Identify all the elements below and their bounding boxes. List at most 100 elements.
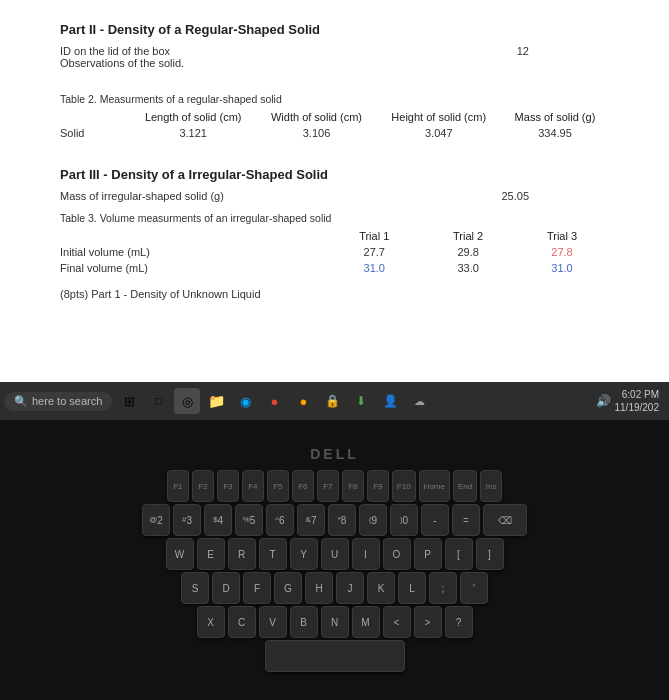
key-2[interactable]: @2 [142,504,170,536]
part4-hint: (8pts) Part 1 - Density of Unknown Liqui… [60,288,261,300]
key-c[interactable]: C [228,606,256,638]
final-t1: 31.0 [327,260,421,276]
key-ins[interactable]: Ins [480,470,502,502]
th3-trial1: Trial 1 [327,228,421,244]
sound-icon[interactable]: 🔊 [596,394,611,408]
key-8[interactable]: *8 [328,504,356,536]
key-f[interactable]: F [243,572,271,604]
app-icon1[interactable]: ● [290,388,316,414]
key-semicolon[interactable]: ; [429,572,457,604]
key-f7[interactable]: F7 [317,470,339,502]
key-j[interactable]: J [336,572,364,604]
key-e[interactable]: E [197,538,225,570]
kb-row-zxcv: X C V B N M < > ? [197,606,473,638]
key-f1[interactable]: F1 [167,470,189,502]
key-4[interactable]: $4 [204,504,232,536]
cloud-icon[interactable]: ☁ [406,388,432,414]
key-y[interactable]: Y [290,538,318,570]
key-backspace[interactable]: ⌫ [483,504,527,536]
key-h[interactable]: H [305,572,333,604]
key-f2[interactable]: F2 [192,470,214,502]
mass-label: Mass of irregular-shaped solid (g) [60,190,240,202]
time: 6:02 PM [615,388,660,401]
store-icon[interactable]: ◉ [232,388,258,414]
key-rbracket[interactable]: ] [476,538,504,570]
initial-label: Initial volume (mL) [60,244,327,260]
key-f6[interactable]: F6 [292,470,314,502]
key-s[interactable]: S [181,572,209,604]
key-f8[interactable]: F8 [342,470,364,502]
key-r[interactable]: R [228,538,256,570]
th3-trial2: Trial 2 [421,228,515,244]
key-home[interactable]: Home [419,470,450,502]
table3-caption: Table 3. Volume measurments of an irregu… [60,212,609,224]
key-i[interactable]: I [352,538,380,570]
key-end[interactable]: End [453,470,477,502]
key-f5[interactable]: F5 [267,470,289,502]
solid-label: Solid [60,125,130,141]
id-value: 12 [517,45,529,57]
key-d[interactable]: D [212,572,240,604]
key-5[interactable]: %5 [235,504,263,536]
key-t[interactable]: T [259,538,287,570]
key-g[interactable]: G [274,572,302,604]
keyboard-area: DELL F1 F2 F3 F4 F5 F6 F7 F8 F9 F10 Home… [0,420,669,700]
folder-icon[interactable]: 📁 [203,388,229,414]
key-b[interactable]: B [290,606,318,638]
table-row: Final volume (mL) 31.0 33.0 31.0 [60,260,609,276]
key-period[interactable]: > [414,606,442,638]
key-minus[interactable]: - [421,504,449,536]
obs-row: Observations of the solid. [60,57,609,69]
key-x[interactable]: X [197,606,225,638]
obs-label: Observations of the solid. [60,57,240,69]
initial-t3: 27.8 [515,244,609,260]
th3-empty [60,228,327,244]
th-height: Height of solid (cm) [377,109,501,125]
key-u[interactable]: U [321,538,349,570]
search-icon: 🔍 [14,395,28,408]
id-label: ID on the lid of the box [60,45,240,57]
key-comma[interactable]: < [383,606,411,638]
key-slash[interactable]: ? [445,606,473,638]
key-lbracket[interactable]: [ [445,538,473,570]
th-empty [60,109,130,125]
key-equals[interactable]: = [452,504,480,536]
key-l[interactable]: L [398,572,426,604]
key-p[interactable]: P [414,538,442,570]
key-f10[interactable]: F10 [392,470,416,502]
table2-container: Table 2. Measurments of a regular-shaped… [60,93,609,141]
key-quote[interactable]: ' [460,572,488,604]
document-area: Part II - Density of a Regular-Shaped So… [0,0,669,400]
solid-length: 3.121 [130,125,257,141]
final-label: Final volume (mL) [60,260,327,276]
search-bar[interactable]: 🔍 here to search [4,392,112,411]
kb-row-space [265,640,405,672]
lock-icon[interactable]: 🔒 [319,388,345,414]
key-f3[interactable]: F3 [217,470,239,502]
mass-row: Mass of irregular-shaped solid (g) 25.05 [60,190,609,202]
key-v[interactable]: V [259,606,287,638]
edge-icon[interactable]: ◎ [174,388,200,414]
user-icon[interactable]: 👤 [377,388,403,414]
key-m[interactable]: M [352,606,380,638]
key-7[interactable]: &7 [297,504,325,536]
key-w[interactable]: W [166,538,194,570]
kb-row-fn: F1 F2 F3 F4 F5 F6 F7 F8 F9 F10 Home End … [167,470,502,502]
initial-t1: 27.7 [327,244,421,260]
key-space[interactable] [265,640,405,672]
task-view-button[interactable]: □ [145,388,171,414]
key-f9[interactable]: F9 [367,470,389,502]
key-3[interactable]: #3 [173,504,201,536]
taskbar-right: 🔊 6:02 PM 11/19/202 [596,388,666,414]
key-6[interactable]: ^6 [266,504,294,536]
taskbar: 🔍 here to search ⊞ □ ◎ 📁 ◉ ● ● 🔒 ⬇ 👤 ☁ 🔊… [0,382,669,420]
download-icon[interactable]: ⬇ [348,388,374,414]
key-k[interactable]: K [367,572,395,604]
key-o[interactable]: O [383,538,411,570]
key-9[interactable]: (9 [359,504,387,536]
key-0[interactable]: )0 [390,504,418,536]
key-n[interactable]: N [321,606,349,638]
chrome-icon[interactable]: ● [261,388,287,414]
start-button[interactable]: ⊞ [116,388,142,414]
key-f4[interactable]: F4 [242,470,264,502]
